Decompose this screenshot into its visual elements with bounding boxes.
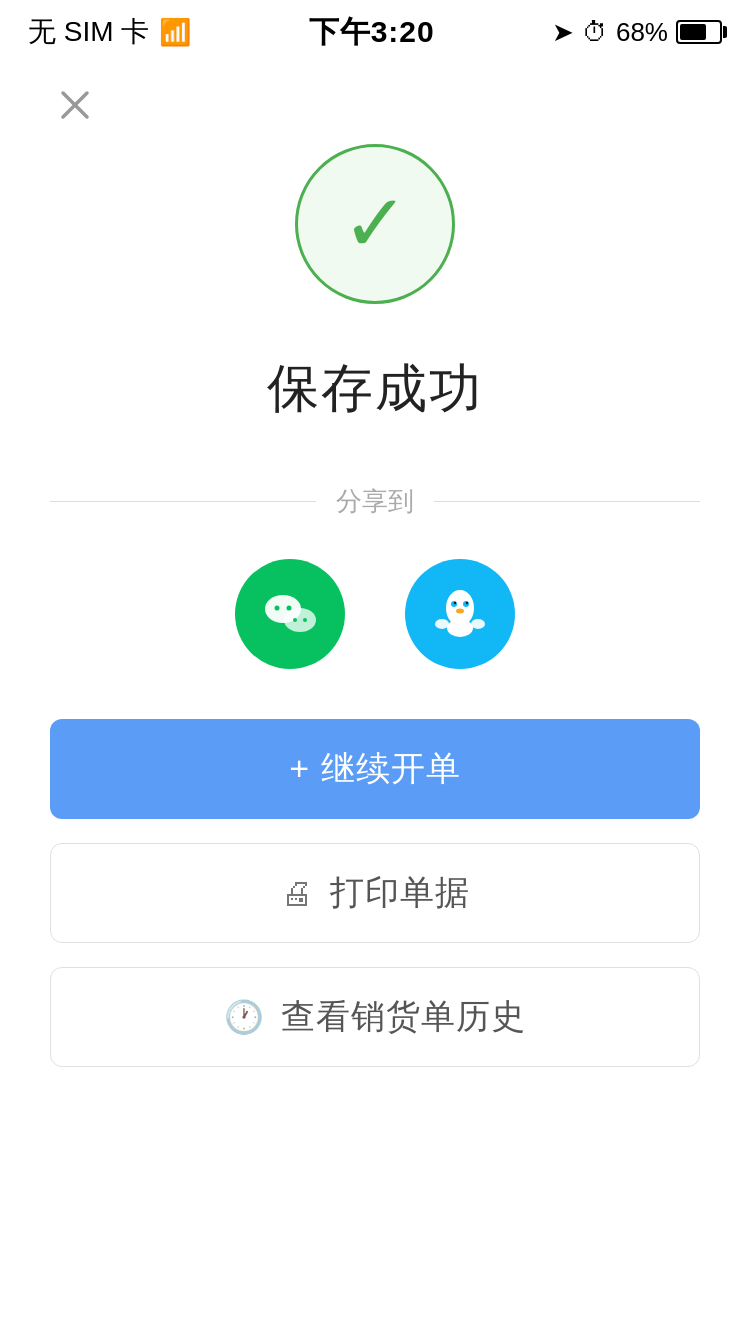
battery-icon (676, 20, 722, 44)
svg-point-6 (293, 618, 297, 622)
status-bar: 无 SIM 卡 📶 下午3:20 ➤ ⏱ 68% (0, 0, 750, 64)
print-icon: 🖨 (281, 875, 314, 912)
close-button[interactable] (50, 80, 100, 130)
main-content: ✓ 保存成功 分享到 (0, 64, 750, 1067)
svg-point-3 (284, 608, 316, 632)
qq-icon (428, 582, 493, 647)
print-label: 打印单据 (330, 870, 470, 916)
svg-point-12 (465, 601, 467, 603)
actions: + 继续开单 🖨 打印单据 🕐 查看销货单历史 (0, 719, 750, 1067)
print-button[interactable]: 🖨 打印单据 (50, 843, 700, 943)
svg-point-16 (447, 619, 473, 637)
svg-point-4 (274, 605, 279, 610)
svg-point-9 (451, 601, 457, 607)
history-icon: 🕐 (224, 998, 265, 1036)
svg-point-7 (303, 618, 307, 622)
no-sim-label: 无 SIM 卡 (28, 13, 149, 51)
battery-percent: 68% (616, 17, 668, 48)
svg-point-15 (471, 619, 485, 629)
svg-point-10 (463, 601, 469, 607)
success-title: 保存成功 (267, 354, 483, 424)
wechat-icon (258, 587, 323, 642)
wechat-share-button[interactable] (235, 559, 345, 669)
history-label: 查看销货单历史 (281, 994, 526, 1040)
status-right: ➤ ⏱ 68% (552, 17, 722, 48)
qq-share-button[interactable] (405, 559, 515, 669)
checkmark-icon: ✓ (342, 184, 409, 264)
status-time: 下午3:20 (309, 12, 435, 53)
svg-point-5 (286, 605, 291, 610)
history-button[interactable]: 🕐 查看销货单历史 (50, 967, 700, 1067)
svg-point-13 (456, 608, 464, 613)
success-circle: ✓ (295, 144, 455, 304)
location-icon: ➤ (552, 17, 574, 48)
wifi-icon: 📶 (159, 17, 191, 48)
share-section: 分享到 (0, 484, 750, 669)
share-icons (50, 559, 700, 669)
svg-point-11 (453, 601, 455, 603)
svg-point-14 (435, 619, 449, 629)
share-divider: 分享到 (50, 484, 700, 519)
share-label: 分享到 (336, 484, 414, 519)
alarm-icon: ⏱ (582, 17, 608, 48)
continue-order-button[interactable]: + 继续开单 (50, 719, 700, 819)
status-left: 无 SIM 卡 📶 (28, 13, 191, 51)
